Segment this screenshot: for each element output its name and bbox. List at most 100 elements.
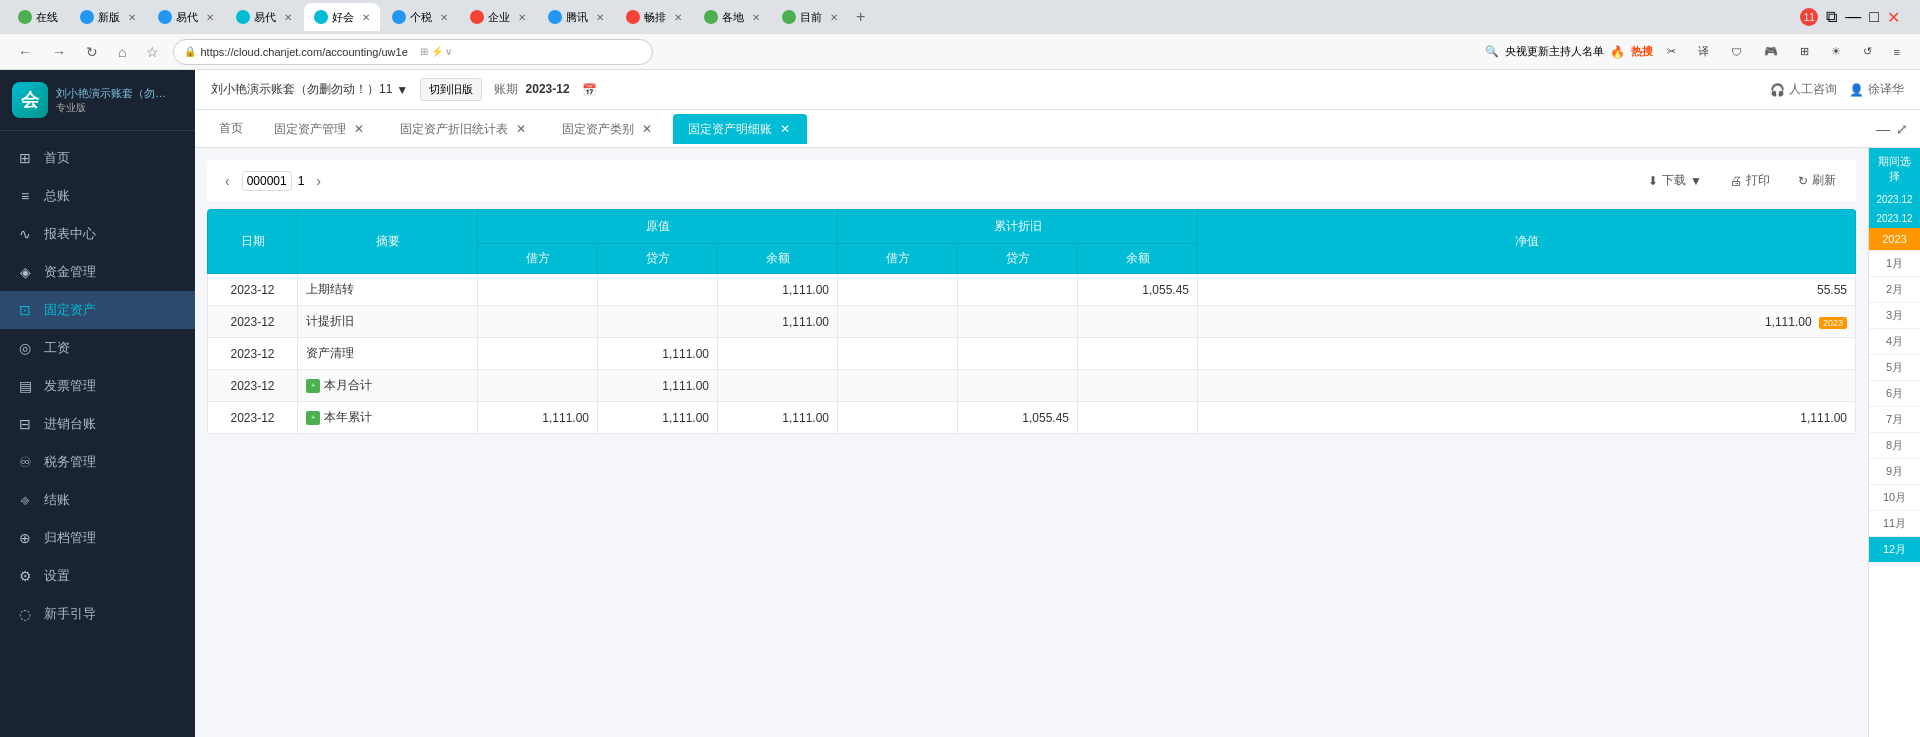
period-month-12[interactable]: 12月	[1869, 537, 1920, 563]
scissors-btn[interactable]: ✂	[1659, 43, 1684, 60]
period-month-6[interactable]: 6月	[1869, 381, 1920, 407]
refresh-button[interactable]: ↻	[80, 42, 104, 62]
period-date-1[interactable]: 2023.12	[1869, 190, 1920, 209]
tab-close-fixed-cat[interactable]: ✕	[640, 122, 654, 136]
close-window-btn[interactable]: ✕	[1887, 8, 1900, 27]
period-month-3[interactable]: 3月	[1869, 303, 1920, 329]
period-date-2[interactable]: 2023.12	[1869, 209, 1920, 228]
tab-close-new[interactable]: ✕	[128, 12, 136, 23]
browser-tab-corp[interactable]: 企业 ✕	[460, 3, 536, 31]
prev-page-button[interactable]: ‹	[219, 171, 236, 191]
print-button[interactable]: 🖨 打印	[1722, 168, 1778, 193]
expand-pane-btn[interactable]: ⤢	[1896, 121, 1908, 137]
restore-window-btn[interactable]: ⧉	[1826, 8, 1837, 26]
grid-btn[interactable]: ⊞	[1792, 43, 1817, 60]
period-month-8[interactable]: 8月	[1869, 433, 1920, 459]
tab-close-gedi[interactable]: ✕	[752, 12, 760, 23]
period-year-2023[interactable]: 2023	[1869, 228, 1920, 251]
page-tab-fixed-dep[interactable]: 固定资产折旧统计表 ✕	[385, 114, 543, 144]
sidebar: 会 刘小艳演示账套（勿删勿动！）11 专业版 ⊞ 首页 ≡ 总账 ∿ 报表中心 …	[0, 70, 195, 737]
sidebar-item-report[interactable]: ∿ 报表中心	[0, 215, 195, 253]
cell-orig-balance-5: 1,111.00	[718, 402, 838, 434]
tab-close-fixed-mgmt[interactable]: ✕	[352, 122, 366, 136]
tab-close-haohui[interactable]: ✕	[362, 12, 370, 23]
switch-version-button[interactable]: 切到旧版	[420, 78, 482, 101]
table-wrapper: 日期 摘要 原值 累计折旧 净值 借方 贷方 余额 借方	[207, 209, 1856, 434]
sidebar-item-archive[interactable]: ⊕ 归档管理	[0, 519, 195, 557]
tab-close-muqian[interactable]: ✕	[830, 12, 838, 23]
sidebar-item-fixed[interactable]: ⊡ 固定资产	[0, 291, 195, 329]
menu-btn[interactable]: ≡	[1886, 44, 1908, 60]
period-month-10[interactable]: 10月	[1869, 485, 1920, 511]
maximize-window-btn[interactable]: □	[1869, 8, 1879, 26]
period-month-4[interactable]: 4月	[1869, 329, 1920, 355]
period-month-9[interactable]: 9月	[1869, 459, 1920, 485]
browser-tab-getax[interactable]: 个税 ✕	[382, 3, 458, 31]
game-btn[interactable]: 🎮	[1756, 43, 1786, 60]
browser-tab-muqian[interactable]: 目前 ✕	[772, 3, 848, 31]
translate-btn[interactable]: 译	[1690, 42, 1717, 61]
period-header[interactable]: 期间选择	[1869, 148, 1920, 190]
minimize-window-btn[interactable]: —	[1845, 8, 1861, 26]
asset-code-input[interactable]	[242, 171, 292, 191]
period-month-7[interactable]: 7月	[1869, 407, 1920, 433]
sidebar-item-settings[interactable]: ⚙ 设置	[0, 557, 195, 595]
period-month-2[interactable]: 2月	[1869, 277, 1920, 303]
sidebar-item-close[interactable]: ⎆ 结账	[0, 481, 195, 519]
tab-close-yidai2[interactable]: ✕	[284, 12, 292, 23]
period-label: 账期 2023-12	[494, 81, 569, 98]
tab-close-yidai1[interactable]: ✕	[206, 12, 214, 23]
company-selector[interactable]: 刘小艳演示账套（勿删勿动！）11 ▼	[211, 81, 408, 98]
sidebar-item-funds[interactable]: ◈ 资金管理	[0, 253, 195, 291]
address-bar-row: ← → ↻ ⌂ ☆ 🔒 https://cloud.chanjet.com/ac…	[0, 34, 1920, 70]
browser-tab-gedi[interactable]: 各地 ✕	[694, 3, 770, 31]
sidebar-item-invoice[interactable]: ▤ 发票管理	[0, 367, 195, 405]
col-sub-dep-debit: 借方	[838, 244, 958, 274]
tab-close-tencent[interactable]: ✕	[596, 12, 604, 23]
home-button[interactable]: ⌂	[112, 42, 132, 62]
next-page-button[interactable]: ›	[310, 171, 327, 191]
page-tab-fixed-detail[interactable]: 固定资产明细账 ✕	[673, 114, 807, 144]
tab-close-fixed-dep[interactable]: ✕	[514, 122, 528, 136]
history-btn[interactable]: ↺	[1855, 43, 1880, 60]
calendar-icon[interactable]: 📅	[582, 83, 597, 97]
sidebar-item-ledger[interactable]: ≡ 总账	[0, 177, 195, 215]
user-profile[interactable]: 👤 徐译华	[1849, 81, 1904, 98]
sidebar-item-tax[interactable]: ♾ 税务管理	[0, 443, 195, 481]
tab-close-fixed-detail[interactable]: ✕	[778, 122, 792, 136]
period-month-11[interactable]: 11月	[1869, 511, 1920, 537]
browser-tab-online[interactable]: 在线	[8, 3, 68, 31]
address-box[interactable]: 🔒 https://cloud.chanjet.com/accounting/u…	[173, 39, 653, 65]
forward-button[interactable]: →	[46, 42, 72, 62]
period-month-1[interactable]: 1月	[1869, 251, 1920, 277]
tab-home[interactable]: 首页	[207, 114, 255, 143]
page-tab-fixed-cat[interactable]: 固定资产类别 ✕	[547, 114, 669, 144]
page-tab-fixed-mgmt[interactable]: 固定资产管理 ✕	[259, 114, 381, 144]
browser-tab-yidai1[interactable]: 易代 ✕	[148, 3, 224, 31]
sun-btn[interactable]: ☀	[1823, 43, 1849, 60]
browser-tab-tencent[interactable]: 腾讯 ✕	[538, 3, 614, 31]
minimize-pane-btn[interactable]: —	[1876, 121, 1890, 137]
tab-close-changpai[interactable]: ✕	[674, 12, 682, 23]
sidebar-item-trade[interactable]: ⊟ 进销台账	[0, 405, 195, 443]
refresh-data-button[interactable]: ↻ 刷新	[1790, 168, 1844, 193]
tab-add-button[interactable]: +	[850, 8, 871, 26]
download-button[interactable]: ⬇ 下载 ▼	[1640, 168, 1710, 193]
browser-tab-haohui[interactable]: 好会 ✕	[304, 3, 380, 31]
browser-tab-new[interactable]: 新版 ✕	[70, 3, 146, 31]
tab-label-fixed-dep: 固定资产折旧统计表	[400, 121, 508, 138]
cell-net-value-5: 1,111.00	[1198, 402, 1856, 434]
period-month-5[interactable]: 5月	[1869, 355, 1920, 381]
sidebar-item-salary[interactable]: ◎ 工资	[0, 329, 195, 367]
browser-tab-changpai[interactable]: 畅排 ✕	[616, 3, 692, 31]
browser-tab-yidai2[interactable]: 易代 ✕	[226, 3, 302, 31]
bookmark-button[interactable]: ☆	[140, 42, 165, 62]
tab-close-corp[interactable]: ✕	[518, 12, 526, 23]
col-header-net-value: 净值	[1198, 210, 1856, 274]
shield-btn[interactable]: 🛡	[1723, 44, 1750, 60]
tab-close-getax[interactable]: ✕	[440, 12, 448, 23]
sidebar-item-home[interactable]: ⊞ 首页	[0, 139, 195, 177]
back-button[interactable]: ←	[12, 42, 38, 62]
sidebar-item-guide[interactable]: ◌ 新手引导	[0, 595, 195, 633]
service-button[interactable]: 🎧 人工咨询	[1770, 81, 1837, 98]
